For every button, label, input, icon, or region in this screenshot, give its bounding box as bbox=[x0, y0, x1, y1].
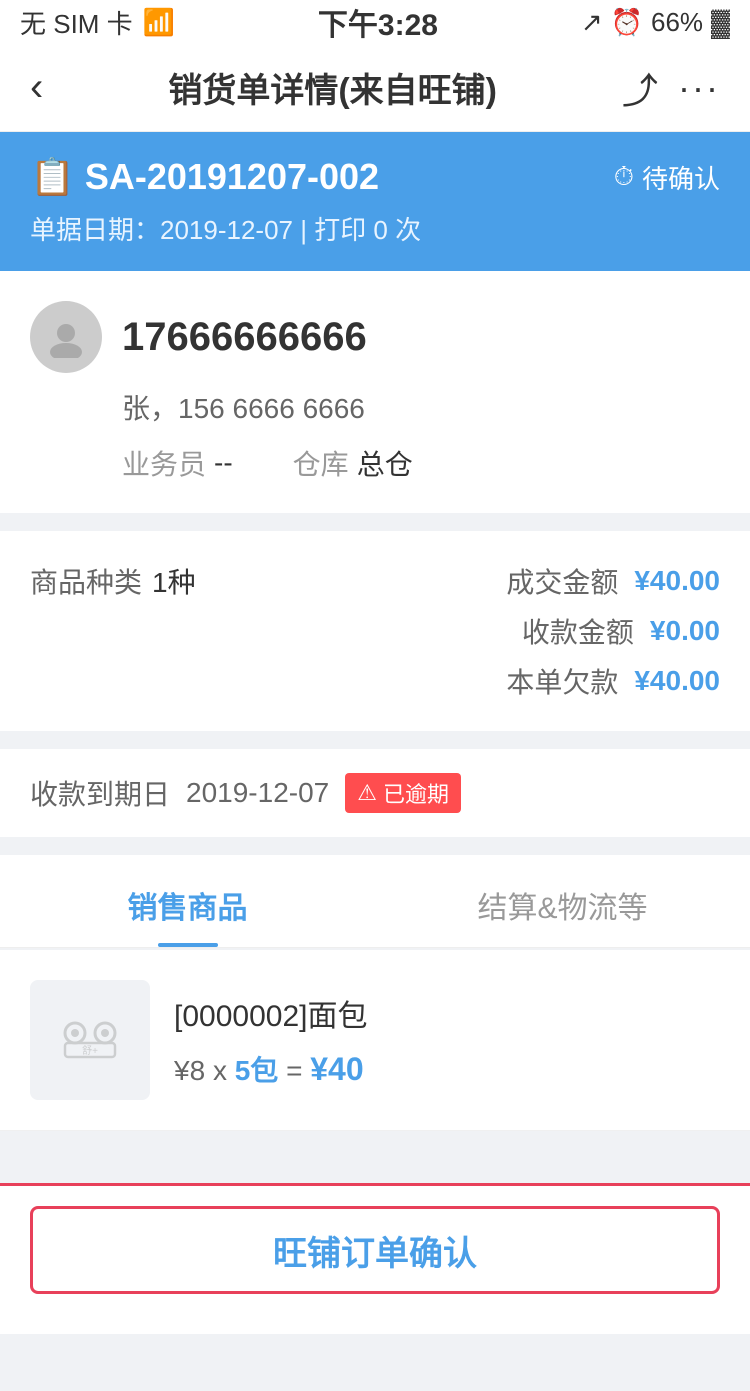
status-left: 无 SIM 卡 📶 bbox=[20, 4, 175, 41]
total-price: ¥40 bbox=[310, 1051, 363, 1087]
salesperson-label: 业务员 bbox=[122, 443, 206, 483]
wifi-icon: 📶 bbox=[143, 7, 175, 38]
collection-row: 收款金额 ¥0.00 bbox=[522, 611, 720, 651]
quantity: 5包 bbox=[235, 1055, 279, 1086]
transaction-amount: ¥40.00 bbox=[634, 565, 720, 597]
amounts-section: 成交金额 ¥40.00 收款金额 ¥0.00 本单欠款 ¥40.00 bbox=[506, 561, 720, 701]
order-header: 📋 SA-20191207-002 ⏱ 待确认 单据日期：2019-12-07 … bbox=[0, 132, 750, 271]
share-button[interactable]: ⤴ bbox=[622, 62, 658, 114]
due-date-card: 收款到期日 2019-12-07 ⚠ 已逾期 bbox=[0, 749, 750, 837]
nav-bar: ‹ 销货单详情(来自旺铺) ⤴ ··· bbox=[0, 44, 750, 132]
nav-actions: ⤴ ··· bbox=[622, 62, 720, 114]
battery-text: 66% bbox=[651, 7, 703, 38]
salesperson-value: -- bbox=[214, 447, 233, 479]
more-button[interactable]: ··· bbox=[678, 67, 720, 109]
warning-icon: ⚠ bbox=[357, 780, 377, 806]
table-row: 舒+ [0000002]面包 ¥8 x 5包 = ¥40 bbox=[0, 950, 750, 1131]
no-sim-text: 无 SIM 卡 bbox=[20, 4, 133, 41]
status-time: 下午3:28 bbox=[318, 0, 438, 44]
customer-phone: 17666666666 bbox=[122, 315, 367, 360]
tab-settlement[interactable]: 结算&物流等 bbox=[375, 855, 750, 947]
due-date-value: 2019-12-07 bbox=[186, 777, 329, 809]
transaction-label: 成交金额 bbox=[506, 561, 618, 601]
back-button[interactable]: ‹ bbox=[30, 65, 43, 110]
collection-amount: ¥0.00 bbox=[650, 615, 720, 647]
order-id-text: SA-20191207-002 bbox=[85, 156, 379, 198]
product-name: [0000002]面包 bbox=[174, 991, 720, 1035]
collection-label: 收款金额 bbox=[522, 611, 634, 651]
clock-icon: ⏱ bbox=[614, 161, 634, 193]
page-title: 销货单详情(来自旺铺) bbox=[168, 63, 497, 112]
customer-name: 张，156 6666 6666 bbox=[122, 387, 720, 427]
balance-amount: ¥40.00 bbox=[634, 665, 720, 697]
customer-card: 17666666666 张，156 6666 6666 业务员 -- 仓库 总仓 bbox=[0, 271, 750, 513]
due-date-label: 收款到期日 bbox=[30, 773, 170, 813]
warehouse-meta: 仓库 总仓 bbox=[293, 443, 413, 483]
equals-sign: = bbox=[286, 1055, 310, 1086]
salesperson-meta: 业务员 -- bbox=[122, 443, 233, 483]
bottom-bar: 旺铺订单确认 bbox=[0, 1183, 750, 1334]
order-icon: 📋 bbox=[30, 156, 75, 198]
transaction-row: 成交金额 ¥40.00 bbox=[506, 561, 720, 601]
unit-price: ¥8 bbox=[174, 1055, 205, 1086]
overdue-badge: ⚠ 已逾期 bbox=[345, 773, 461, 813]
confirm-order-button[interactable]: 旺铺订单确认 bbox=[30, 1206, 720, 1294]
product-info: [0000002]面包 ¥8 x 5包 = ¥40 bbox=[174, 991, 720, 1089]
product-type-label: 商品种类 bbox=[30, 561, 142, 601]
balance-label: 本单欠款 bbox=[506, 661, 618, 701]
overdue-text: 已逾期 bbox=[383, 777, 449, 809]
avatar bbox=[30, 301, 102, 373]
customer-meta: 业务员 -- 仓库 总仓 bbox=[122, 443, 720, 483]
tabs-bar: 销售商品 结算&物流等 bbox=[0, 855, 750, 948]
order-date: 单据日期：2019-12-07 | 打印 0 次 bbox=[30, 210, 720, 247]
divider-2 bbox=[0, 733, 750, 749]
product-price: ¥8 x 5包 = ¥40 bbox=[174, 1049, 720, 1089]
status-text: 待确认 bbox=[642, 159, 720, 196]
product-list: 舒+ [0000002]面包 ¥8 x 5包 = ¥40 bbox=[0, 950, 750, 1131]
battery-icon: ▓ bbox=[711, 7, 730, 38]
warehouse-value: 总仓 bbox=[357, 443, 413, 483]
summary-card: 商品种类 1种 成交金额 ¥40.00 收款金额 ¥0.00 本单欠款 ¥40.… bbox=[0, 531, 750, 731]
status-right: ↗ ⏰ 66% ▓ bbox=[581, 7, 730, 38]
order-id: 📋 SA-20191207-002 bbox=[30, 156, 379, 198]
location-icon: ↗ bbox=[581, 7, 603, 38]
product-type: 商品种类 1种 bbox=[30, 561, 196, 601]
divider-3 bbox=[0, 839, 750, 855]
balance-row: 本单欠款 ¥40.00 bbox=[506, 661, 720, 701]
svg-text:舒+: 舒+ bbox=[82, 1044, 98, 1057]
order-status: ⏱ 待确认 bbox=[614, 159, 720, 196]
tab-sales-products[interactable]: 销售商品 bbox=[0, 855, 375, 947]
product-thumbnail: 舒+ bbox=[30, 980, 150, 1100]
status-bar: 无 SIM 卡 📶 下午3:28 ↗ ⏰ 66% ▓ bbox=[0, 0, 750, 44]
divider-1 bbox=[0, 515, 750, 531]
warehouse-label: 仓库 bbox=[293, 443, 349, 483]
product-type-value: 1种 bbox=[152, 561, 196, 601]
alarm-icon: ⏰ bbox=[611, 7, 643, 38]
multiply-sign: x bbox=[213, 1055, 235, 1086]
